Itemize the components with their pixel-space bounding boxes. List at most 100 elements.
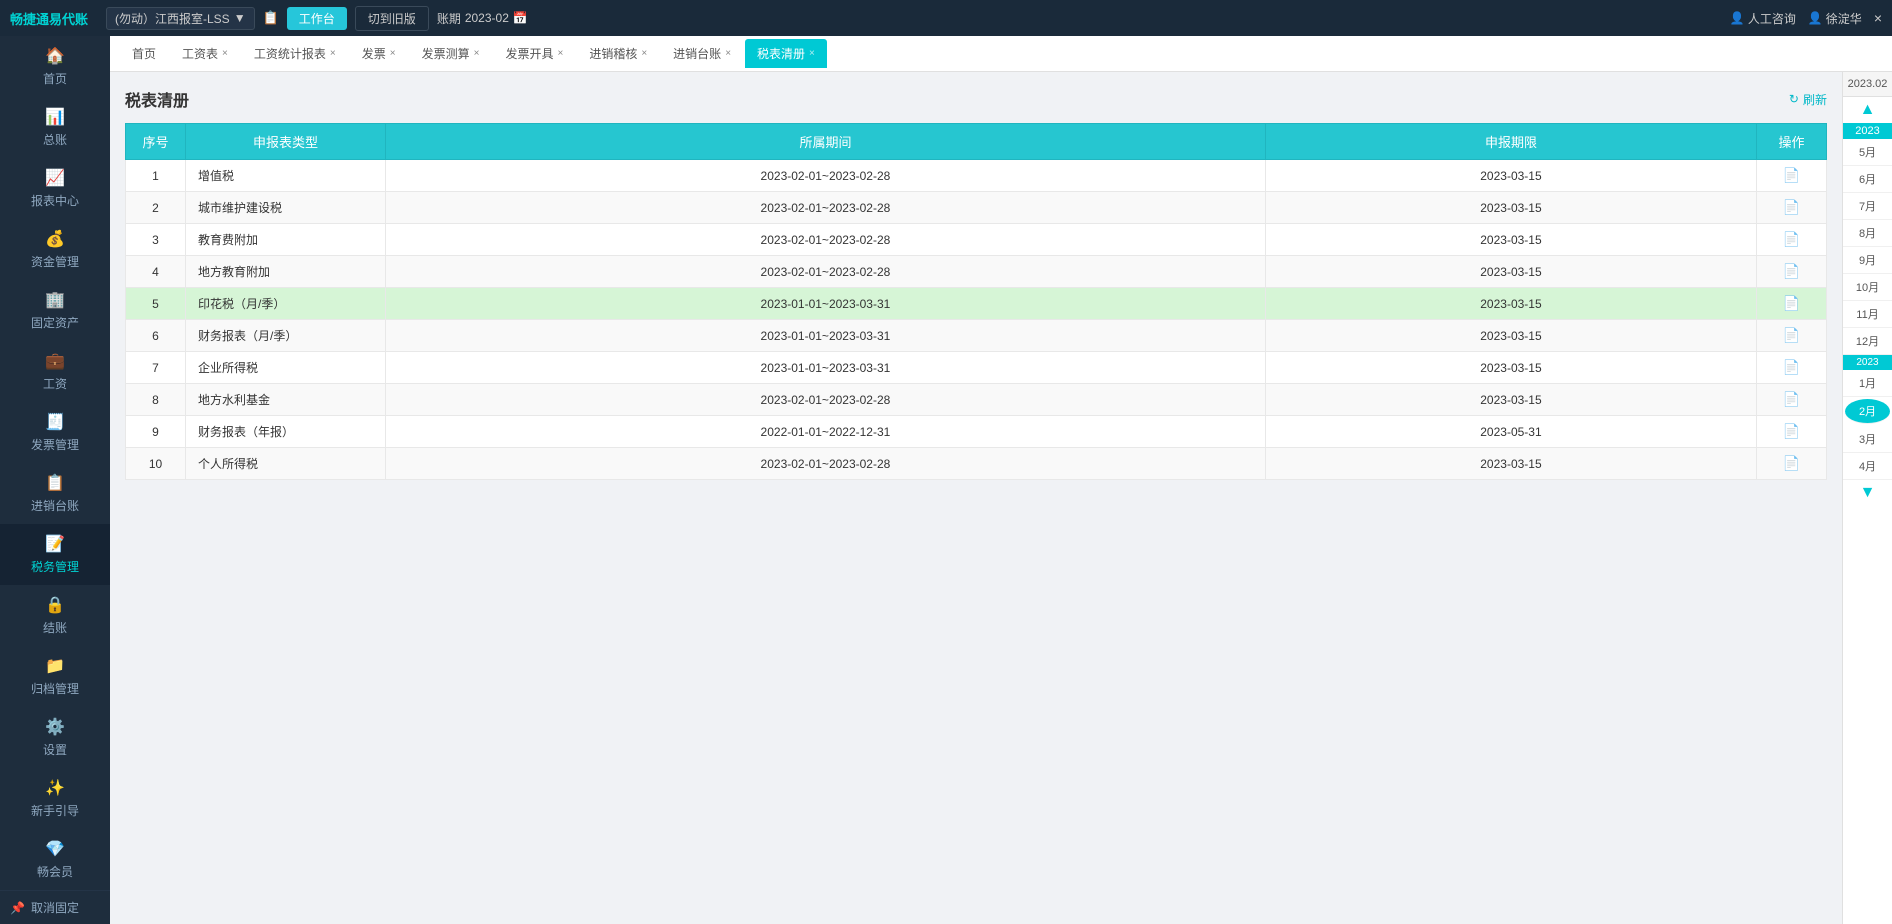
table-row: 7企业所得税2023-01-01~2023-03-312023-03-15📄 bbox=[126, 352, 1827, 384]
tab-invoice-verify[interactable]: 发票测算 × bbox=[410, 39, 492, 68]
tab-close-icon[interactable]: × bbox=[725, 48, 731, 59]
month-9[interactable]: 9月 bbox=[1843, 247, 1892, 274]
cell-type: 企业所得税 bbox=[186, 352, 386, 384]
sidebar-item-tax[interactable]: 📝 税务管理 bbox=[0, 524, 110, 585]
action-doc-icon[interactable]: 📄 bbox=[1783, 295, 1800, 311]
tab-close-icon[interactable]: × bbox=[474, 48, 480, 59]
action-doc-icon[interactable]: 📄 bbox=[1783, 391, 1800, 407]
sidebar-item-asset[interactable]: 🏢 固定资产 bbox=[0, 280, 110, 341]
sidebar-item-ledger[interactable]: 📊 总账 bbox=[0, 97, 110, 158]
cell-type: 地方教育附加 bbox=[186, 256, 386, 288]
ai-icon: 👤 bbox=[1730, 11, 1745, 25]
action-doc-icon[interactable]: 📄 bbox=[1783, 167, 1800, 183]
cell-period: 2022-01-01~2022-12-31 bbox=[386, 416, 1266, 448]
sidebar-item-report[interactable]: 📈 报表中心 bbox=[0, 158, 110, 219]
month-6[interactable]: 6月 bbox=[1843, 166, 1892, 193]
tab-close-icon[interactable]: × bbox=[809, 48, 815, 59]
cell-period: 2023-02-01~2023-02-28 bbox=[386, 160, 1266, 192]
user-info[interactable]: 👤 徐淀华 bbox=[1808, 10, 1862, 27]
company-selector[interactable]: (勿动）江西报室-LSS ▼ bbox=[106, 7, 255, 30]
table-header-row: 序号 申报表类型 所属期间 申报期限 操作 bbox=[126, 124, 1827, 160]
switch-old-button[interactable]: 切到旧版 bbox=[355, 6, 429, 31]
app-logo: 畅捷通易代账 bbox=[10, 9, 88, 28]
tab-close-icon[interactable]: × bbox=[641, 48, 647, 59]
month-10[interactable]: 10月 bbox=[1843, 274, 1892, 301]
sidebar-item-archive[interactable]: 📁 归档管理 bbox=[0, 646, 110, 707]
cell-period: 2023-02-01~2023-02-28 bbox=[386, 224, 1266, 256]
sidebar-item-guide[interactable]: ✨ 新手引导 bbox=[0, 768, 110, 829]
cell-deadline: 2023-05-31 bbox=[1265, 416, 1756, 448]
table-row: 10个人所得税2023-02-01~2023-02-282023-03-15📄 bbox=[126, 448, 1827, 480]
month-8[interactable]: 8月 bbox=[1843, 220, 1892, 247]
month-3[interactable]: 3月 bbox=[1843, 426, 1892, 453]
action-doc-icon[interactable]: 📄 bbox=[1783, 455, 1800, 471]
cell-deadline: 2023-03-15 bbox=[1265, 320, 1756, 352]
scroll-down-button[interactable]: ▼ bbox=[1843, 480, 1892, 506]
month-5[interactable]: 5月 bbox=[1843, 139, 1892, 166]
workbench-button[interactable]: 工作台 bbox=[287, 7, 347, 30]
copy-icon[interactable]: 📋 bbox=[263, 10, 279, 26]
sidebar-item-close-account[interactable]: 🔒 结账 bbox=[0, 585, 110, 646]
month-12[interactable]: 12月 bbox=[1843, 328, 1892, 355]
month-4[interactable]: 4月 bbox=[1843, 453, 1892, 480]
cell-action: 📄 bbox=[1757, 384, 1827, 416]
action-doc-icon[interactable]: 📄 bbox=[1783, 359, 1800, 375]
sidebar-item-purchase[interactable]: 📋 进销台账 bbox=[0, 463, 110, 524]
action-doc-icon[interactable]: 📄 bbox=[1783, 231, 1800, 247]
calendar-icon[interactable]: 📅 bbox=[513, 11, 528, 25]
refresh-button[interactable]: ↻ 刷新 bbox=[1789, 91, 1827, 108]
tab-payroll-stat[interactable]: 工资统计报表 × bbox=[242, 39, 348, 68]
action-doc-icon[interactable]: 📄 bbox=[1783, 263, 1800, 279]
tab-label: 工资统计报表 bbox=[254, 45, 326, 62]
close-window-button[interactable]: × bbox=[1874, 10, 1882, 26]
cell-seq: 8 bbox=[126, 384, 186, 416]
tab-bar: 首页 工资表 × 工资统计报表 × 发票 × 发票测算 × 发票开具 × bbox=[110, 36, 1892, 72]
cell-period: 2023-01-01~2023-03-31 bbox=[386, 288, 1266, 320]
tab-purchase-ledger[interactable]: 进销台账 × bbox=[661, 39, 743, 68]
action-doc-icon[interactable]: 📄 bbox=[1783, 423, 1800, 439]
cell-action: 📄 bbox=[1757, 192, 1827, 224]
table-row: 1增值税2023-02-01~2023-02-282023-03-15📄 bbox=[126, 160, 1827, 192]
cell-deadline: 2023-03-15 bbox=[1265, 288, 1756, 320]
sidebar-item-home[interactable]: 🏠 首页 bbox=[0, 36, 110, 97]
sidebar-item-vip[interactable]: 💎 畅会员 bbox=[0, 829, 110, 890]
tab-invoice-open[interactable]: 发票开具 × bbox=[493, 39, 575, 68]
tab-tax-register[interactable]: 税表清册 × bbox=[745, 39, 827, 68]
scroll-up-button[interactable]: ▲ bbox=[1843, 97, 1892, 123]
table-row: 8地方水利基金2023-02-01~2023-02-282023-03-15📄 bbox=[126, 384, 1827, 416]
sidebar-item-label: 归档管理 bbox=[31, 680, 79, 697]
tab-payroll[interactable]: 工资表 × bbox=[170, 39, 240, 68]
cell-action: 📄 bbox=[1757, 160, 1827, 192]
action-doc-icon[interactable]: 📄 bbox=[1783, 327, 1800, 343]
ai-consult[interactable]: 👤 人工咨询 bbox=[1730, 10, 1796, 27]
cell-deadline: 2023-03-15 bbox=[1265, 384, 1756, 416]
table-row: 4地方教育附加2023-02-01~2023-02-282023-03-15📄 bbox=[126, 256, 1827, 288]
purchase-icon: 📋 bbox=[45, 473, 65, 493]
vip-icon: 💎 bbox=[45, 839, 65, 859]
tab-invoice[interactable]: 发票 × bbox=[350, 39, 408, 68]
tab-purchase-check[interactable]: 进销稽核 × bbox=[577, 39, 659, 68]
sidebar-item-label: 畅会员 bbox=[37, 863, 73, 880]
tab-home[interactable]: 首页 bbox=[120, 39, 168, 68]
tab-close-icon[interactable]: × bbox=[222, 48, 228, 59]
month-2-active[interactable]: 2月 bbox=[1845, 399, 1890, 424]
month-11[interactable]: 11月 bbox=[1843, 301, 1892, 328]
month-7[interactable]: 7月 bbox=[1843, 193, 1892, 220]
tab-close-icon[interactable]: × bbox=[390, 48, 396, 59]
action-doc-icon[interactable]: 📄 bbox=[1783, 199, 1800, 215]
cell-period: 2023-02-01~2023-02-28 bbox=[386, 448, 1266, 480]
cell-period: 2023-02-01~2023-02-28 bbox=[386, 256, 1266, 288]
cancel-pin-button[interactable]: 📌 取消固定 bbox=[0, 891, 110, 924]
tax-icon: 📝 bbox=[45, 534, 65, 554]
table-row: 5印花税（月/季）2023-01-01~2023-03-312023-03-15… bbox=[126, 288, 1827, 320]
tab-close-icon[interactable]: × bbox=[330, 48, 336, 59]
year-2023-label[interactable]: 2023 bbox=[1843, 123, 1892, 139]
sidebar-item-fund[interactable]: 💰 资金管理 bbox=[0, 219, 110, 280]
tab-close-icon[interactable]: × bbox=[557, 48, 563, 59]
ledger-icon: 📊 bbox=[45, 107, 65, 127]
sidebar-item-settings[interactable]: ⚙️ 设置 bbox=[0, 707, 110, 768]
sidebar-item-wage[interactable]: 💼 工资 bbox=[0, 341, 110, 402]
month-1[interactable]: 1月 bbox=[1843, 370, 1892, 397]
sidebar-item-invoice[interactable]: 🧾 发票管理 bbox=[0, 402, 110, 463]
year-2023-tag: 2023 bbox=[1843, 355, 1892, 370]
